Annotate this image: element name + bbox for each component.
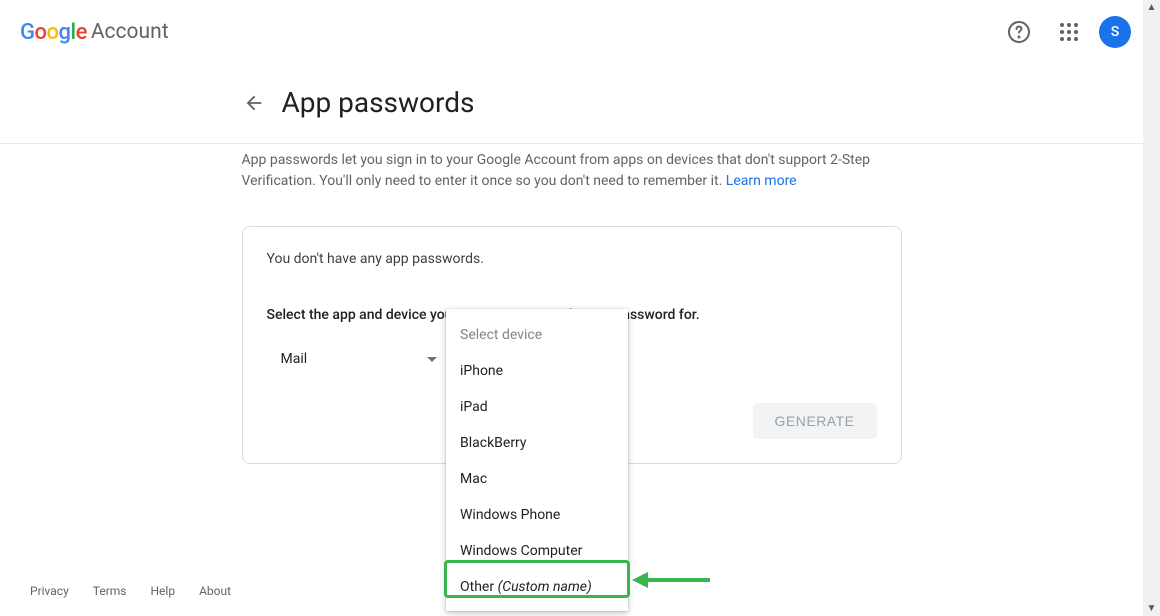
device-placeholder: Select device xyxy=(446,317,628,353)
learn-more-link[interactable]: Learn more xyxy=(726,173,797,189)
device-option-iphone[interactable]: iPhone xyxy=(446,353,628,389)
chevron-down-icon xyxy=(427,357,437,362)
app-select-value: Mail xyxy=(281,351,308,367)
page-title: App passwords xyxy=(282,86,475,119)
global-header: Google Account S xyxy=(0,0,1143,64)
app-select[interactable]: Mail xyxy=(279,345,439,373)
footer-help[interactable]: Help xyxy=(151,584,176,598)
scroll-up-icon[interactable]: ▲ xyxy=(1144,0,1159,15)
back-arrow-icon[interactable] xyxy=(242,91,266,115)
device-dropdown: Select device iPhone iPad BlackBerry Mac… xyxy=(446,309,628,611)
other-label-text: Other xyxy=(460,579,498,595)
footer-about[interactable]: About xyxy=(199,584,231,598)
device-option-windows-phone[interactable]: Windows Phone xyxy=(446,497,628,533)
account-avatar[interactable]: S xyxy=(1099,16,1131,48)
account-word: Account xyxy=(91,20,169,44)
device-option-blackberry[interactable]: BlackBerry xyxy=(446,425,628,461)
google-account-logo[interactable]: Google Account xyxy=(20,20,169,45)
footer-privacy[interactable]: Privacy xyxy=(30,584,69,598)
device-option-other[interactable]: Other (Custom name) xyxy=(446,569,628,605)
apps-grid-icon[interactable] xyxy=(1049,12,1089,52)
header-actions: S xyxy=(999,12,1131,52)
help-icon[interactable] xyxy=(999,12,1039,52)
annotation-arrow-icon xyxy=(632,568,712,592)
window-scrollbar[interactable]: ▲ ▼ xyxy=(1143,0,1160,616)
device-option-ipad[interactable]: iPad xyxy=(446,389,628,425)
page-title-row: App passwords xyxy=(242,64,902,143)
intro-text: App passwords let you sign in to your Go… xyxy=(242,144,902,192)
footer-links: Privacy Terms Help About xyxy=(30,584,231,598)
scroll-down-icon[interactable]: ▼ xyxy=(1144,601,1159,616)
device-option-mac[interactable]: Mac xyxy=(446,461,628,497)
generate-button[interactable]: GENERATE xyxy=(753,403,877,439)
no-passwords-text: You don't have any app passwords. xyxy=(267,251,877,267)
device-option-windows-computer[interactable]: Windows Computer xyxy=(446,533,628,569)
other-custom-text: (Custom name) xyxy=(498,579,592,595)
google-logo: Google xyxy=(20,20,87,45)
footer-terms[interactable]: Terms xyxy=(93,584,127,598)
